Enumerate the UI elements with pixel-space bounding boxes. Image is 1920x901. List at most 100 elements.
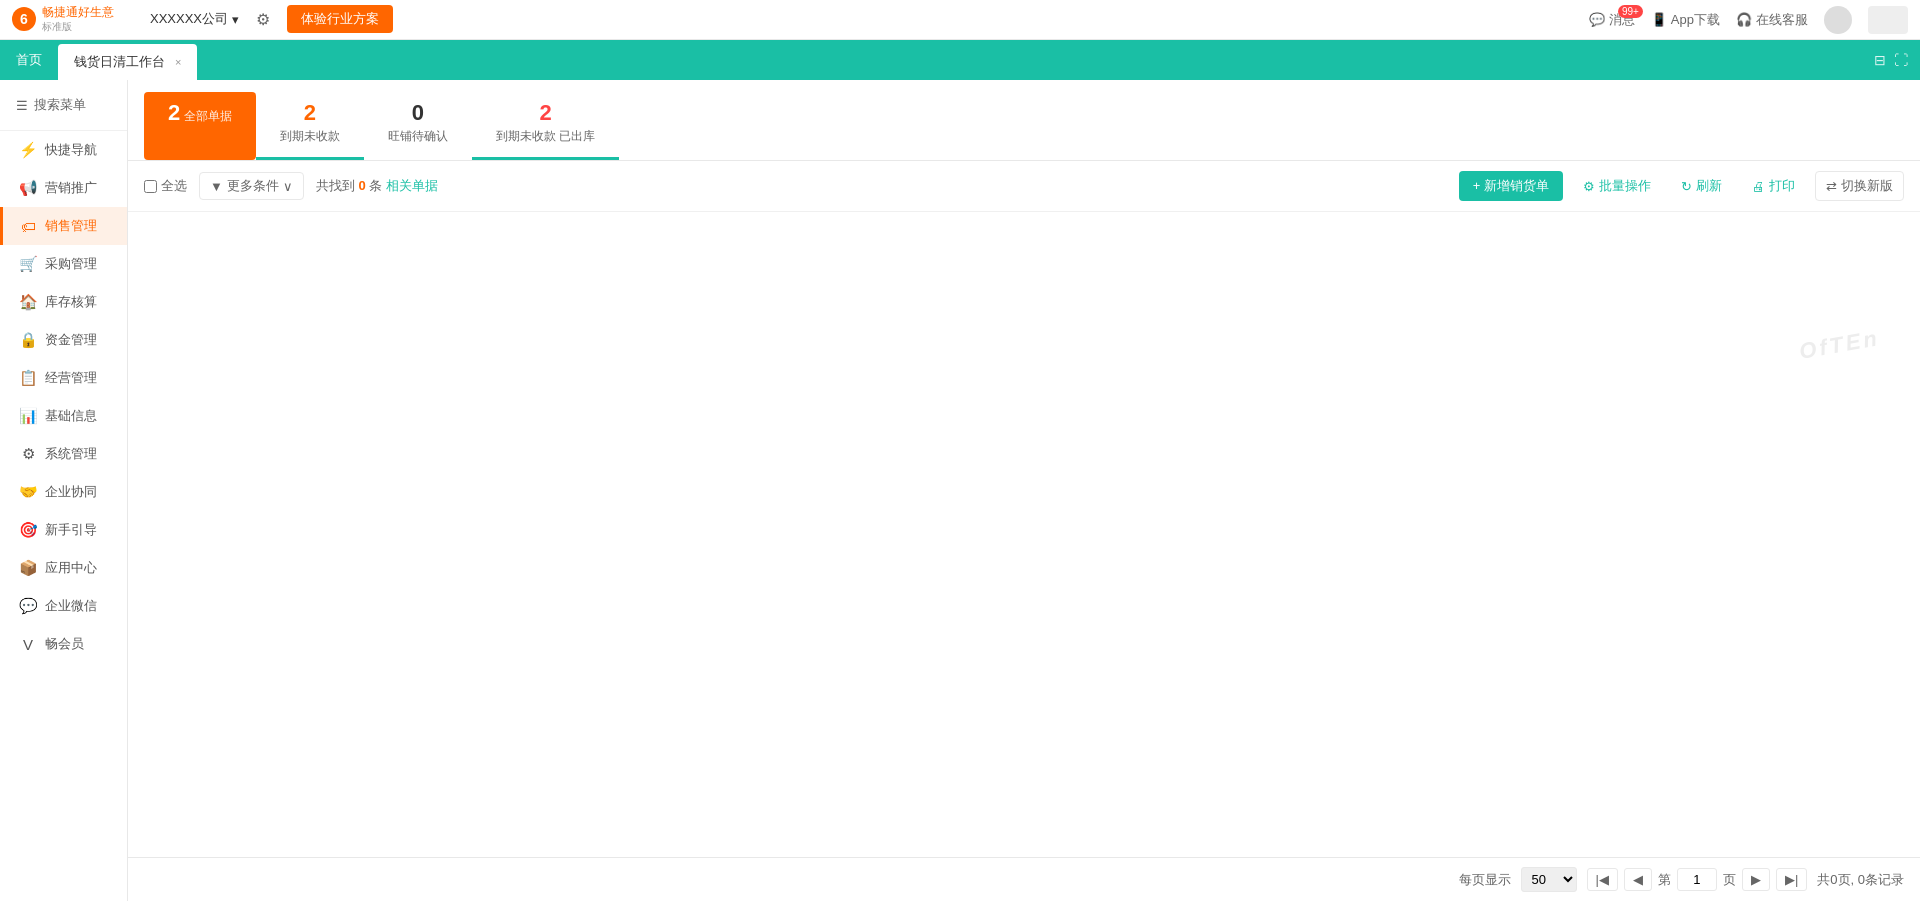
- page-size-label: 每页显示: [1459, 871, 1511, 889]
- online-service-button[interactable]: 🎧 在线客服: [1736, 11, 1808, 29]
- sidebar-item-marketing[interactable]: 📢 营销推广: [0, 169, 127, 207]
- refresh-button[interactable]: ↻ 刷新: [1671, 172, 1732, 200]
- select-all-checkbox[interactable]: 全选: [144, 177, 187, 195]
- stat-tab-overdue[interactable]: 2 到期未收款: [256, 92, 364, 160]
- main-layout: ☰ 搜索菜单 ⚡ 快捷导航 📢 营销推广 🏷 销售管理 🛒 采购管理: [0, 80, 1920, 901]
- toolbar: 全选 ▼ 更多条件 ∨ 共找到 0 条 相关单据 + 新增销货单: [128, 161, 1920, 212]
- toolbar-left: 全选 ▼ 更多条件 ∨ 共找到 0 条 相关单据: [144, 172, 1447, 200]
- prev-page-button[interactable]: ◀: [1624, 868, 1652, 891]
- sidebar-nav: ⚡ 快捷导航 📢 营销推广 🏷 销售管理 🛒 采购管理 🏠 库存核算 🔒: [0, 131, 127, 901]
- content-area: 2 全部单据 2 到期未收款 0 旺铺待确认 2 到期未收款 已出库: [128, 80, 1920, 901]
- sidebar-item-purchase[interactable]: 🛒 采购管理: [0, 245, 127, 283]
- sidebar-item-app-center[interactable]: 📦 应用中心: [0, 549, 127, 587]
- sidebar-item-enterprise[interactable]: 🤝 企业协同: [0, 473, 127, 511]
- stat-tab-shipped[interactable]: 2 到期未收款 已出库: [472, 92, 619, 160]
- next-page-button[interactable]: ▶: [1742, 868, 1770, 891]
- avatar-extra[interactable]: [1868, 6, 1908, 34]
- print-icon: 🖨: [1752, 179, 1765, 194]
- stat-num-shipped: 2: [539, 100, 551, 126]
- stats-tabs: 2 全部单据 2 到期未收款 0 旺铺待确认 2 到期未收款 已出库: [128, 80, 1920, 161]
- purchase-icon: 🛒: [19, 255, 37, 273]
- switch-version-button[interactable]: ⇄ 切换新版: [1815, 171, 1904, 201]
- sidebar-item-quick-nav[interactable]: ⚡ 快捷导航: [0, 131, 127, 169]
- sidebar: ☰ 搜索菜单 ⚡ 快捷导航 📢 营销推广 🏷 销售管理 🛒 采购管理: [0, 80, 128, 901]
- related-orders-link[interactable]: 相关单据: [386, 178, 438, 193]
- operations-icon: 📋: [19, 369, 37, 387]
- print-button[interactable]: 🖨 打印: [1742, 172, 1805, 200]
- total-info: 共0页, 0条记录: [1817, 871, 1904, 889]
- switch-icon: ⇄: [1826, 179, 1837, 194]
- trial-button[interactable]: 体验行业方案: [287, 5, 393, 33]
- sidebar-item-wechat[interactable]: 💬 企业微信: [0, 587, 127, 625]
- sidebar-item-base-info[interactable]: 📊 基础信息: [0, 397, 127, 435]
- page-controls: |◀ ◀ 第 页 ▶ ▶|: [1587, 868, 1808, 891]
- sidebar-item-sales[interactable]: 🏷 销售管理: [0, 207, 127, 245]
- checkbox-input[interactable]: [144, 180, 157, 193]
- tab-expand-button[interactable]: ⛶: [1894, 52, 1908, 68]
- message-button[interactable]: 💬 消息 99+: [1589, 11, 1635, 29]
- company-name: XXXXXX公司: [150, 10, 228, 28]
- stat-num-all: 2: [168, 100, 180, 125]
- app-download-button[interactable]: 📱 App下载: [1651, 11, 1720, 29]
- logo-sub: 标准版: [42, 20, 114, 34]
- content-inner: 2 全部单据 2 到期未收款 0 旺铺待确认 2 到期未收款 已出库: [128, 80, 1920, 901]
- company-selector[interactable]: XXXXXX公司 ▾: [150, 10, 239, 28]
- found-count: 0: [359, 178, 366, 193]
- tab-home[interactable]: 首页: [0, 40, 58, 80]
- tab-bar: 首页 钱货日清工作台 × ⊟ ⛶: [0, 40, 1920, 80]
- tab-work-bench[interactable]: 钱货日清工作台 ×: [58, 44, 197, 80]
- stat-label-overdue: 到期未收款: [280, 128, 340, 145]
- settings-button[interactable]: ⚙: [249, 5, 277, 33]
- last-page-button[interactable]: ▶|: [1776, 868, 1807, 891]
- stat-num-pending: 0: [412, 100, 424, 126]
- refresh-icon: ↻: [1681, 179, 1692, 194]
- search-icon: ☰: [16, 98, 28, 113]
- base-info-icon: 📊: [19, 407, 37, 425]
- top-bar-right: 💬 消息 99+ 📱 App下载 🎧 在线客服: [1589, 6, 1908, 34]
- sidebar-item-guide[interactable]: 🎯 新手引导: [0, 511, 127, 549]
- tab-close-icon[interactable]: ×: [175, 56, 181, 68]
- quick-nav-icon: ⚡: [19, 141, 37, 159]
- page-number-input[interactable]: [1677, 868, 1717, 891]
- sidebar-item-inventory[interactable]: 🏠 库存核算: [0, 283, 127, 321]
- filter-icon: ▼: [210, 179, 223, 194]
- stat-tab-all[interactable]: 2 全部单据: [144, 92, 256, 160]
- avatar[interactable]: [1824, 6, 1852, 34]
- enterprise-icon: 🤝: [19, 483, 37, 501]
- filter-button[interactable]: ▼ 更多条件 ∨: [199, 172, 304, 200]
- sidebar-item-vip[interactable]: V 畅会员: [0, 625, 127, 663]
- app-center-icon: 📦: [19, 559, 37, 577]
- first-page-button[interactable]: |◀: [1587, 868, 1618, 891]
- stat-label-shipped: 到期未收款 已出库: [496, 128, 595, 145]
- tab-bar-actions: ⊟ ⛶: [1874, 52, 1920, 68]
- sidebar-item-system[interactable]: ⚙ 系统管理: [0, 435, 127, 473]
- new-sales-order-button[interactable]: + 新增销货单: [1459, 171, 1563, 201]
- found-text: 共找到 0 条 相关单据: [316, 177, 438, 195]
- batch-icon: ⚙: [1583, 179, 1595, 194]
- logo-icon: 6: [12, 7, 36, 31]
- logo-area: 6 畅捷通好生意 标准版: [12, 5, 140, 33]
- top-bar-left: 6 畅捷通好生意 标准版 XXXXXX公司 ▾ ⚙ 体验行业方案: [12, 5, 393, 33]
- guide-icon: 🎯: [19, 521, 37, 539]
- wechat-icon: 💬: [19, 597, 37, 615]
- sales-icon: 🏷: [19, 218, 37, 235]
- top-bar: 6 畅捷通好生意 标准版 XXXXXX公司 ▾ ⚙ 体验行业方案 💬 消息 99…: [0, 0, 1920, 40]
- chevron-down-icon: ▾: [232, 12, 239, 27]
- stat-label-all: 全部单据: [184, 109, 232, 123]
- batch-operation-button[interactable]: ⚙ 批量操作: [1573, 172, 1661, 200]
- inventory-icon: 🏠: [19, 293, 37, 311]
- tab-collapse-button[interactable]: ⊟: [1874, 52, 1886, 68]
- sidebar-item-finance[interactable]: 🔒 资金管理: [0, 321, 127, 359]
- stat-tab-pending[interactable]: 0 旺铺待确认: [364, 92, 472, 160]
- search-menu-item[interactable]: ☰ 搜索菜单: [8, 90, 119, 120]
- logo-text: 畅捷通好生意: [42, 5, 114, 19]
- vip-icon: V: [19, 636, 37, 653]
- page-label-end: 页: [1723, 871, 1736, 889]
- stat-label-pending: 旺铺待确认: [388, 128, 448, 145]
- table-area: OfTEn: [128, 212, 1920, 857]
- toolbar-right: + 新增销货单 ⚙ 批量操作 ↻ 刷新 🖨 打印 ⇄: [1459, 171, 1904, 201]
- sidebar-item-operations[interactable]: 📋 经营管理: [0, 359, 127, 397]
- message-icon: 💬: [1589, 12, 1605, 27]
- watermark: OfTEn: [1797, 325, 1881, 365]
- page-size-select[interactable]: 50 20 100: [1521, 867, 1577, 892]
